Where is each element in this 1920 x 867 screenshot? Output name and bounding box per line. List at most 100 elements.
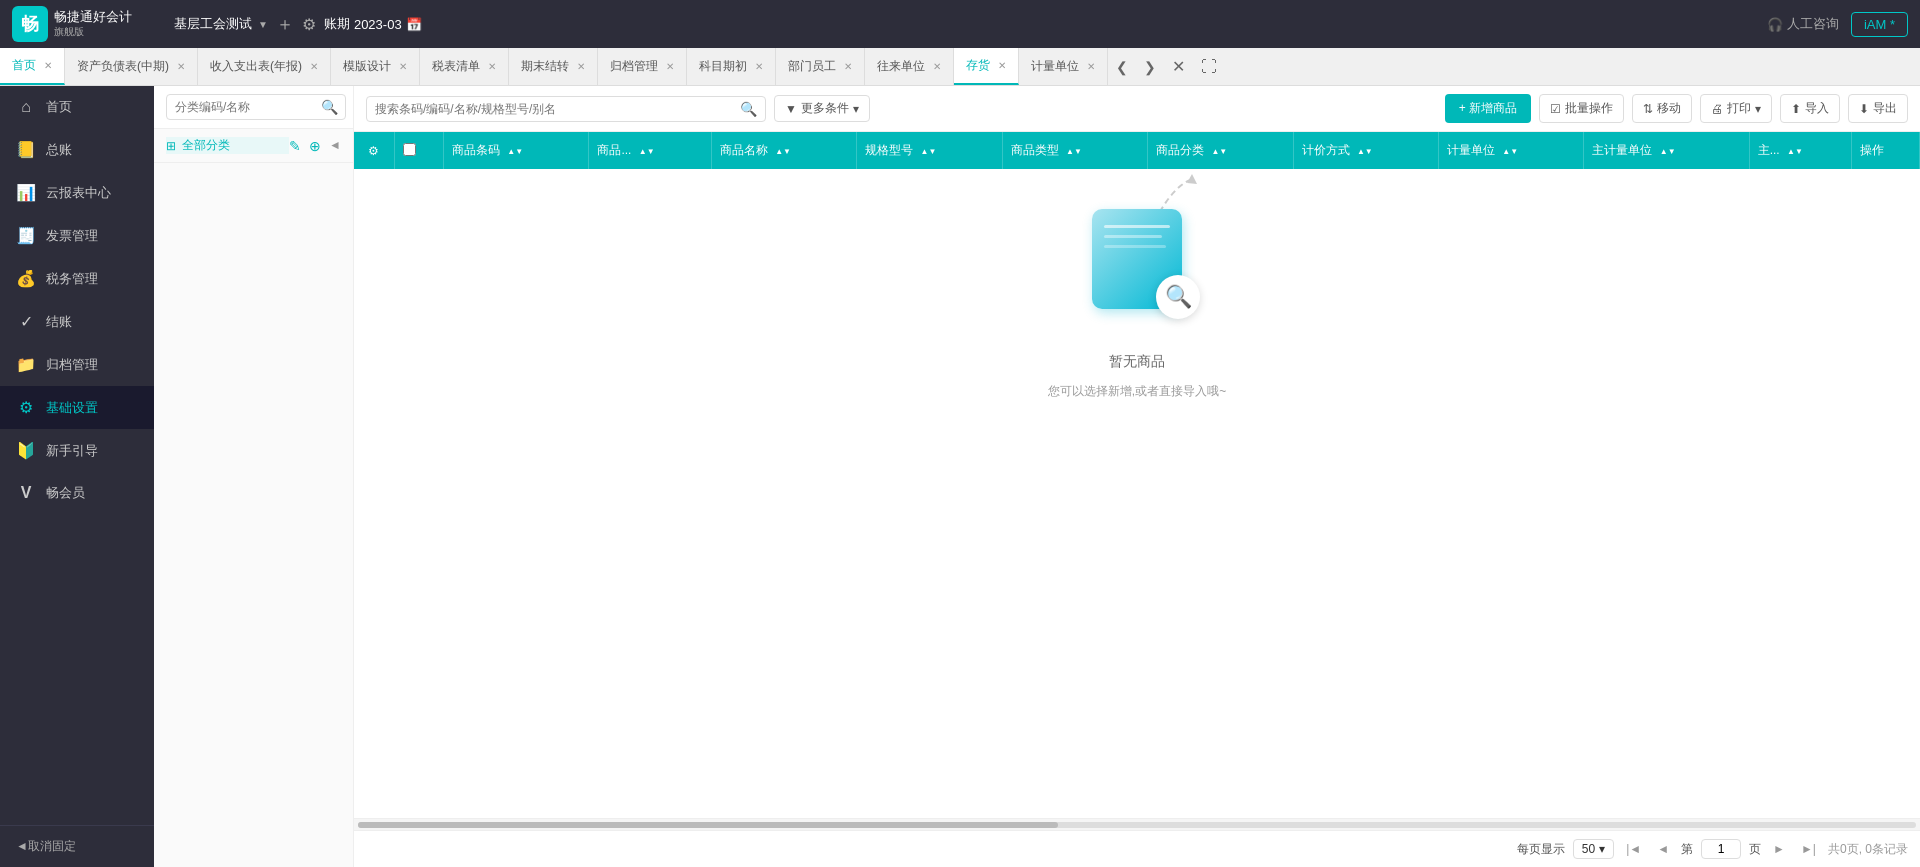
move-button[interactable]: ⇅ 移动 xyxy=(1632,94,1692,123)
sidebar-item-invoice[interactable]: 🧾 发票管理 xyxy=(0,214,154,257)
tab-label: 模版设计 xyxy=(343,58,391,75)
page-first-button[interactable]: |◄ xyxy=(1622,840,1645,858)
main-search-input[interactable] xyxy=(375,102,736,116)
per-page-value: 50 xyxy=(1582,842,1595,856)
category-all-item[interactable]: ⊞ 全部分类 xyxy=(166,137,289,154)
page-prev-button[interactable]: ◄ xyxy=(1653,840,1673,858)
close-icon[interactable]: ✕ xyxy=(844,61,852,72)
add-category-icon[interactable]: ⊕ xyxy=(309,138,321,154)
col-main-unit[interactable]: 主计量单位 ▲▼ xyxy=(1584,132,1749,169)
unpin-button[interactable]: ◄取消固定 xyxy=(0,825,154,867)
top-bar: 畅 畅捷通好会计 旗舰版 基层工会测试 ▼ ＋ ⚙ 账期 2023-03 📅 🎧… xyxy=(0,0,1920,48)
tab-label: 计量单位 xyxy=(1031,58,1079,75)
category-search-input[interactable] xyxy=(175,100,315,114)
tab-archive[interactable]: 归档管理 ✕ xyxy=(598,48,687,85)
close-icon[interactable]: ✕ xyxy=(399,61,407,72)
add-company-button[interactable]: ＋ xyxy=(276,12,294,36)
tab-income[interactable]: 收入支出表(年报) ✕ xyxy=(198,48,331,85)
add-product-button[interactable]: + 新增商品 xyxy=(1445,94,1531,123)
tab-template[interactable]: 模版设计 ✕ xyxy=(331,48,420,85)
page-number-input[interactable] xyxy=(1701,839,1741,859)
close-icon[interactable]: ✕ xyxy=(310,61,318,72)
col-price-method[interactable]: 计价方式 ▲▼ xyxy=(1293,132,1438,169)
search-icon[interactable]: 🔍 xyxy=(321,99,338,115)
close-icon[interactable]: ✕ xyxy=(577,61,585,72)
tab-balance[interactable]: 资产负债表(中期) ✕ xyxy=(65,48,198,85)
filter-button[interactable]: ▼ 更多条件 ▾ xyxy=(774,95,870,122)
sidebar-item-basic[interactable]: ⚙ 基础设置 xyxy=(0,386,154,429)
close-icon[interactable]: ✕ xyxy=(44,60,52,71)
col-spec[interactable]: 规格型号 ▲▼ xyxy=(857,132,1002,169)
sidebar-item-settle[interactable]: ✓ 结账 xyxy=(0,300,154,343)
account-label: iAM * xyxy=(1864,17,1895,32)
import-icon: ⬆ xyxy=(1791,102,1801,116)
col-extra[interactable]: 主... ▲▼ xyxy=(1749,132,1852,169)
company-selector[interactable]: 基层工会测试 ▼ xyxy=(174,15,268,33)
tab-inventory[interactable]: 存货 ✕ xyxy=(954,48,1019,85)
tab-contacts[interactable]: 往来单位 ✕ xyxy=(865,48,954,85)
sidebar-item-home[interactable]: ⌂ 首页 xyxy=(0,86,154,128)
search-icon[interactable]: 🔍 xyxy=(740,101,757,117)
period-value: 2023-03 xyxy=(354,17,402,32)
sidebar-item-ledger[interactable]: 📒 总账 xyxy=(0,128,154,171)
filter-label: 更多条件 xyxy=(801,100,849,117)
sidebar-item-tax[interactable]: 💰 税务管理 xyxy=(0,257,154,300)
export-label: 导出 xyxy=(1873,100,1897,117)
sidebar-label: 税务管理 xyxy=(46,270,98,288)
collapse-icon[interactable]: ◄ xyxy=(329,138,341,154)
col-settings[interactable]: ⚙ xyxy=(354,132,394,169)
col-barcode[interactable]: 商品条码 ▲▼ xyxy=(443,132,588,169)
sidebar-item-guide[interactable]: 🔰 新手引导 xyxy=(0,429,154,472)
tab-dept[interactable]: 部门员工 ✕ xyxy=(776,48,865,85)
calendar-icon[interactable]: 📅 xyxy=(406,17,422,32)
page-next-button[interactable]: ► xyxy=(1769,840,1789,858)
col-unit[interactable]: 计量单位 ▲▼ xyxy=(1438,132,1583,169)
close-icon[interactable]: ✕ xyxy=(177,61,185,72)
tab-prev-button[interactable]: ❮ xyxy=(1108,59,1136,75)
tab-next-button[interactable]: ❯ xyxy=(1136,59,1164,75)
col-category[interactable]: 商品分类 ▲▼ xyxy=(1148,132,1293,169)
close-icon[interactable]: ✕ xyxy=(666,61,674,72)
close-icon[interactable]: ✕ xyxy=(488,61,496,72)
close-icon[interactable]: ✕ xyxy=(1087,61,1095,72)
sidebar-item-archive[interactable]: 📁 归档管理 xyxy=(0,343,154,386)
logo-area: 畅 畅捷通好会计 旗舰版 xyxy=(12,6,166,42)
tab-period[interactable]: 期末结转 ✕ xyxy=(509,48,598,85)
tab-taxlist[interactable]: 税表清单 ✕ xyxy=(420,48,509,85)
empty-title: 暂无商品 xyxy=(1109,353,1165,371)
tab-home[interactable]: 首页 ✕ xyxy=(0,48,65,85)
import-button[interactable]: ⬆ 导入 xyxy=(1780,94,1840,123)
sidebar-item-reports[interactable]: 📊 云报表中心 xyxy=(0,171,154,214)
chevron-down-icon: ▾ xyxy=(853,102,859,116)
close-icon[interactable]: ✕ xyxy=(933,61,941,72)
page-last-button[interactable]: ►| xyxy=(1797,840,1820,858)
close-icon[interactable]: ✕ xyxy=(755,61,763,72)
scroll-thumb[interactable] xyxy=(358,822,1058,828)
col-name[interactable]: 商品名称 ▲▼ xyxy=(711,132,856,169)
col-check[interactable] xyxy=(394,132,443,169)
tab-unit[interactable]: 计量单位 ✕ xyxy=(1019,48,1108,85)
sidebar-label: 归档管理 xyxy=(46,356,98,374)
tab-subject[interactable]: 科目期初 ✕ xyxy=(687,48,776,85)
check-all[interactable] xyxy=(403,143,416,156)
batch-button[interactable]: ☑ 批量操作 xyxy=(1539,94,1624,123)
sidebar-label: 首页 xyxy=(46,98,72,116)
main-search-bar: 🔍 xyxy=(366,96,766,122)
col-type[interactable]: 商品类型 ▲▼ xyxy=(1002,132,1147,169)
sidebar-item-member[interactable]: V 畅会员 xyxy=(0,472,154,514)
pagination: 每页显示 50 ▾ |◄ ◄ 第 页 ► ►| 共0页, 0条记录 xyxy=(354,830,1920,867)
edit-icon[interactable]: ✎ xyxy=(289,138,301,154)
tab-expand-button[interactable]: ⛶ xyxy=(1193,58,1225,76)
account-button[interactable]: iAM * xyxy=(1851,12,1908,37)
per-page-select[interactable]: 50 ▾ xyxy=(1573,839,1614,859)
service-button[interactable]: 🎧 人工咨询 xyxy=(1767,15,1839,33)
col-code[interactable]: 商品... ▲▼ xyxy=(589,132,711,169)
close-icon[interactable]: ✕ xyxy=(998,60,1006,71)
horizontal-scrollbar[interactable] xyxy=(354,818,1920,830)
settings-icon[interactable]: ⚙ xyxy=(302,15,316,34)
filter-icon: ▼ xyxy=(785,102,797,116)
export-button[interactable]: ⬇ 导出 xyxy=(1848,94,1908,123)
tab-close-all-button[interactable]: ✕ xyxy=(1164,57,1193,76)
print-button[interactable]: 🖨 打印 ▾ xyxy=(1700,94,1772,123)
product-table: ⚙ 商品条码 ▲▼ 商品... ▲▼ xyxy=(354,132,1920,169)
